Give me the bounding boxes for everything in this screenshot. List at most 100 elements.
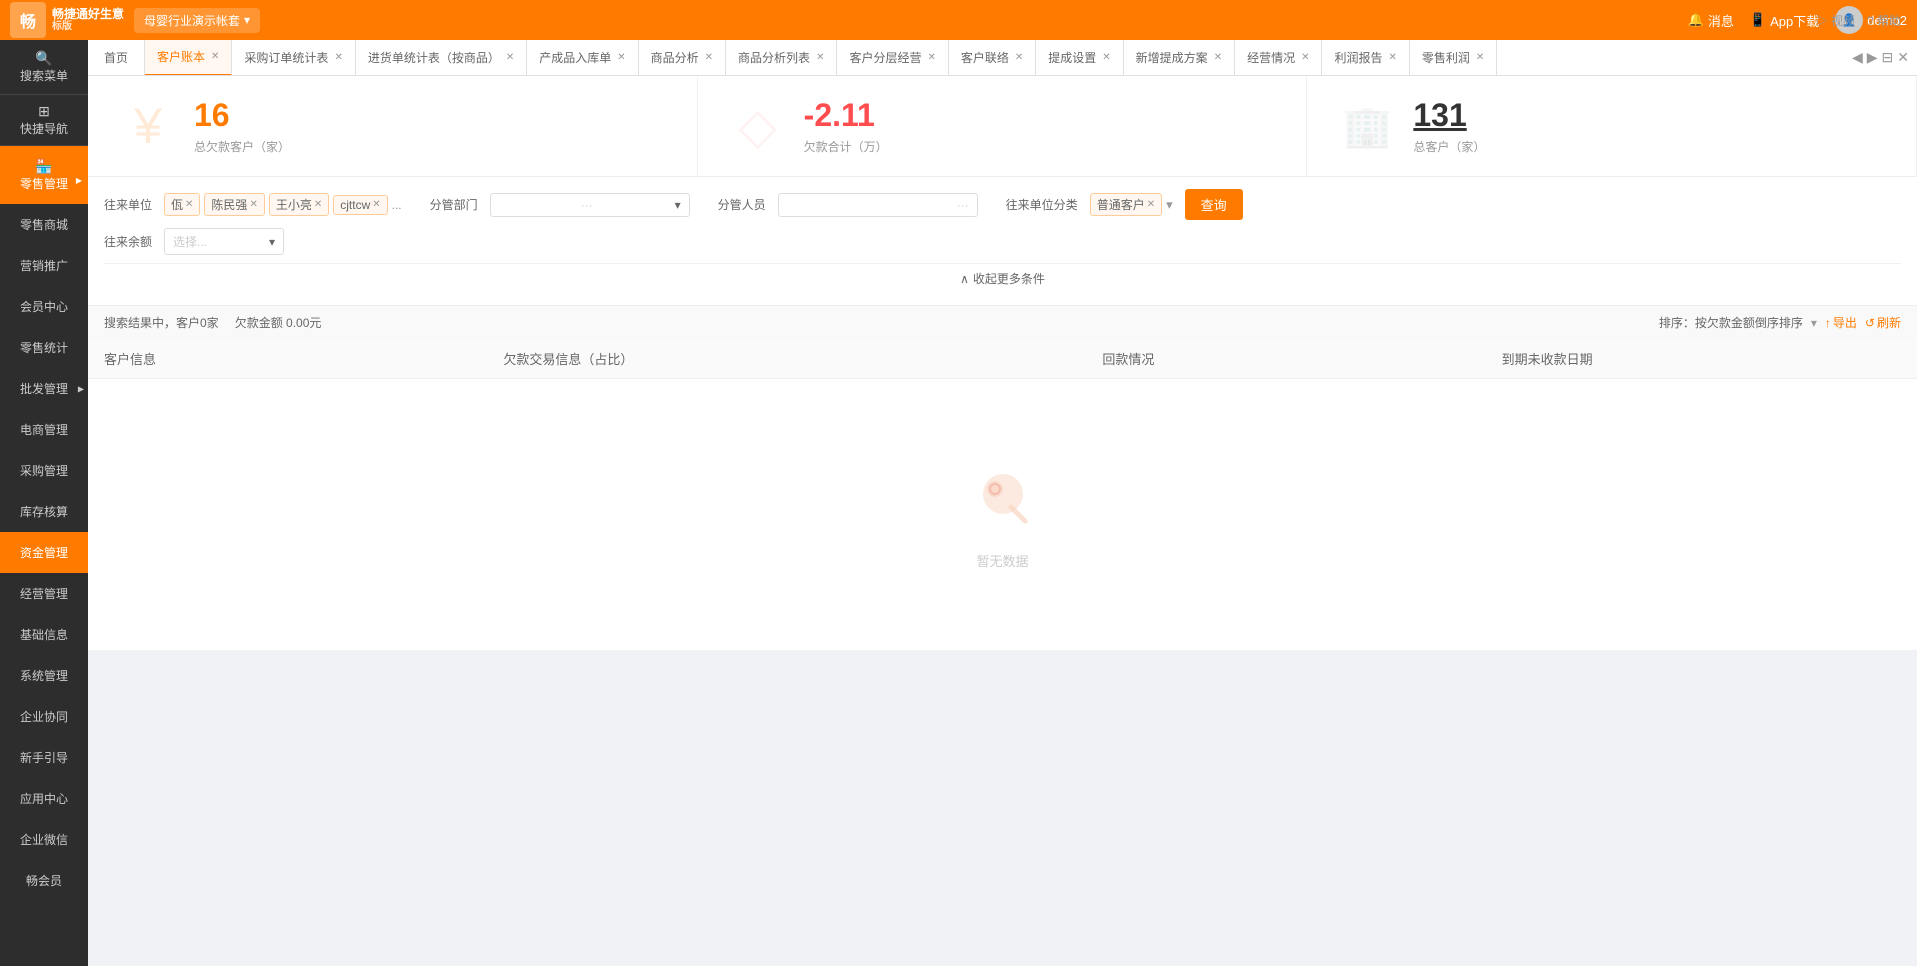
sidebar-item-purchase[interactable]: 采购管理 <box>0 450 88 491</box>
tab-scroll-left-icon[interactable]: ◀ <box>1852 49 1863 66</box>
tab-label: 商品分析列表 <box>738 49 810 66</box>
sidebar-item-marketing[interactable]: 营销推广 <box>0 245 88 286</box>
app-download-button[interactable]: 📱 App下载 <box>1750 11 1819 30</box>
tab-label: 经营情况 <box>1247 49 1295 66</box>
close-icon[interactable]: ✕ <box>1476 52 1484 63</box>
store-selector[interactable]: 母婴行业演示帐套 ▾ <box>134 8 260 33</box>
refresh-button[interactable]: ↺ 刷新 <box>1865 314 1901 331</box>
tab-customer-ledger[interactable]: 客户账本 ✕ <box>145 40 232 76</box>
sidebar-item-app-center[interactable]: 应用中心 <box>0 778 88 819</box>
chevron-down-icon[interactable]: ▾ <box>1811 316 1817 330</box>
remove-tag-normal-customer[interactable]: ✕ <box>1147 199 1155 210</box>
close-icon[interactable]: ✕ <box>1102 52 1110 63</box>
tab-purchase-order-stats[interactable]: 采购订单统计表 ✕ <box>232 40 355 76</box>
sidebar-item-inventory[interactable]: 库存核算 <box>0 491 88 532</box>
tab-close-all-icon[interactable]: ✕ <box>1897 49 1909 66</box>
remove-tag-chenminqiang[interactable]: ✕ <box>249 199 257 210</box>
sidebar-item-system[interactable]: 系统管理 <box>0 655 88 696</box>
close-icon[interactable]: ✕ <box>617 52 625 63</box>
sidebar-item-enterprise[interactable]: 企业协同 <box>0 696 88 737</box>
sidebar-item-retail-mall[interactable]: 零售商城 <box>0 204 88 245</box>
remove-tag-wa[interactable]: ✕ <box>185 199 193 210</box>
close-icon[interactable]: ✕ <box>506 52 514 63</box>
tab-profit-report[interactable]: 利润报告 ✕ <box>1322 40 1409 76</box>
tab-product-analysis[interactable]: 商品分析 ✕ <box>639 40 726 76</box>
dept-filter-select[interactable]: ··· ▾ <box>490 193 690 217</box>
filter-area: 往来单位 佤 ✕ 陈民强 ✕ 王小亮 <box>88 177 1917 305</box>
tab-label: 新增提成方案 <box>1136 49 1208 66</box>
unit-class-filter-label: 往来单位分类 <box>1006 196 1078 213</box>
retail-icon: 🏪 <box>6 158 82 175</box>
close-icon[interactable]: ✕ <box>1301 52 1309 63</box>
close-icon[interactable]: ✕ <box>705 52 713 63</box>
close-icon[interactable]: ✕ <box>1214 52 1222 63</box>
sidebar-item-finance[interactable]: 资金管理 <box>0 532 88 573</box>
remove-tag-wangxiaoliang[interactable]: ✕ <box>314 199 322 210</box>
remove-tag-cjttcw[interactable]: ✕ <box>372 199 380 210</box>
sidebar-item-label: 资金管理 <box>6 544 82 561</box>
tab-business-status[interactable]: 经营情况 ✕ <box>1235 40 1322 76</box>
chevron-down-icon: ▾ <box>269 235 275 249</box>
tab-product-inbound[interactable]: 产成品入库单 ✕ <box>527 40 638 76</box>
sidebar-item-label: 采购管理 <box>6 462 82 479</box>
sidebar-item-retail-stats[interactable]: 零售统计 <box>0 327 88 368</box>
messages-button[interactable]: 🔔 消息 <box>1688 11 1734 30</box>
building-icon: 🏢 <box>1337 96 1397 156</box>
close-icon[interactable]: ✕ <box>334 52 342 63</box>
close-icon[interactable]: ✕ <box>1015 52 1023 63</box>
query-button[interactable]: 查询 <box>1185 189 1243 220</box>
sidebar-item-label: 营销推广 <box>6 257 82 274</box>
sidebar-item-wholesale[interactable]: 批发管理 ▶ <box>0 368 88 409</box>
sidebar-item-ecommerce[interactable]: 电商管理 <box>0 409 88 450</box>
balance-filter-select[interactable]: 选择... ▾ <box>164 228 284 255</box>
close-icon[interactable]: ✕ <box>211 51 219 62</box>
table-header-debt-info: 欠款交易信息（占比） <box>503 349 1102 368</box>
grid-icon: ⊞ <box>6 103 82 120</box>
logo-icon: 畅 <box>10 2 46 38</box>
sidebar-item-operations[interactable]: 经营管理 <box>0 573 88 614</box>
tab-expand-icon[interactable]: ⊟ <box>1882 49 1894 66</box>
tab-label: 采购订单统计表 <box>244 49 328 66</box>
unit-filter-label: 往来单位 <box>104 196 152 213</box>
sidebar-item-member[interactable]: 会员中心 <box>0 286 88 327</box>
close-icon[interactable]: ✕ <box>816 52 824 63</box>
sidebar-item-label: 会员中心 <box>6 298 82 315</box>
tab-label: 零售利润 <box>1422 49 1470 66</box>
tab-scroll-right-icon[interactable]: ▶ <box>1867 49 1878 66</box>
tab-purchase-stats-by-product[interactable]: 进货单统计表（按商品） ✕ <box>356 40 527 76</box>
tab-label: 提成设置 <box>1048 49 1096 66</box>
money-icon: ¥ <box>118 96 178 156</box>
debt-amount: 欠款金额 0.00元 <box>235 314 322 331</box>
sidebar-search[interactable]: 🔍 搜索菜单 <box>0 40 88 95</box>
more-tags-button[interactable]: ... <box>392 198 402 212</box>
filter-tag-chenminqiang: 陈民强 ✕ <box>204 193 264 216</box>
tab-customer-contact[interactable]: 客户联络 ✕ <box>949 40 1036 76</box>
result-info: 搜索结果中，客户0家 欠款金额 0.00元 <box>104 314 321 331</box>
close-icon[interactable]: ✕ <box>1389 52 1397 63</box>
tab-product-analysis-list[interactable]: 商品分析列表 ✕ <box>726 40 837 76</box>
collapse-filter-button[interactable]: ∧ 收起更多条件 <box>104 263 1901 293</box>
table-header-payment-status: 回款情况 <box>1102 349 1501 368</box>
sidebar-item-label: 批发管理 <box>6 380 82 397</box>
result-actions: 排序：按欠款金额倒序排序 ▾ ↑ 导出 ↺ 刷新 <box>1659 314 1901 331</box>
collapse-label: 收起更多条件 <box>973 270 1045 287</box>
sidebar-item-wechat[interactable]: 企业微信 <box>0 819 88 860</box>
tab-label: 商品分析 <box>651 49 699 66</box>
person-filter-select[interactable]: ··· <box>778 193 978 217</box>
export-button[interactable]: ↑ 导出 <box>1825 314 1857 331</box>
tab-new-commission-plan[interactable]: 新增提成方案 ✕ <box>1124 40 1235 76</box>
sidebar-quick-nav-label: 快捷导航 <box>6 120 82 137</box>
sidebar-item-basic-info[interactable]: 基础信息 <box>0 614 88 655</box>
empty-state: 暂无数据 <box>88 379 1917 650</box>
tab-retail-profit[interactable]: 零售利润 ✕ <box>1410 40 1497 76</box>
close-icon[interactable]: ✕ <box>927 52 935 63</box>
sidebar-item-retail-management[interactable]: 🏪 零售管理 ▶ <box>0 146 88 204</box>
tab-customer-tier[interactable]: 客户分层经营 ✕ <box>837 40 948 76</box>
logo-sub: 标版 <box>52 21 124 33</box>
sidebar-item-newbie[interactable]: 新手引导 <box>0 737 88 778</box>
sidebar-quick-nav[interactable]: ⊞ 快捷导航 <box>0 95 88 146</box>
empty-text: 暂无数据 <box>976 551 1028 570</box>
tab-home[interactable]: 首页 <box>88 40 145 76</box>
sidebar-item-member2[interactable]: 畅会员 <box>0 860 88 901</box>
tab-commission-setting[interactable]: 提成设置 ✕ <box>1036 40 1123 76</box>
